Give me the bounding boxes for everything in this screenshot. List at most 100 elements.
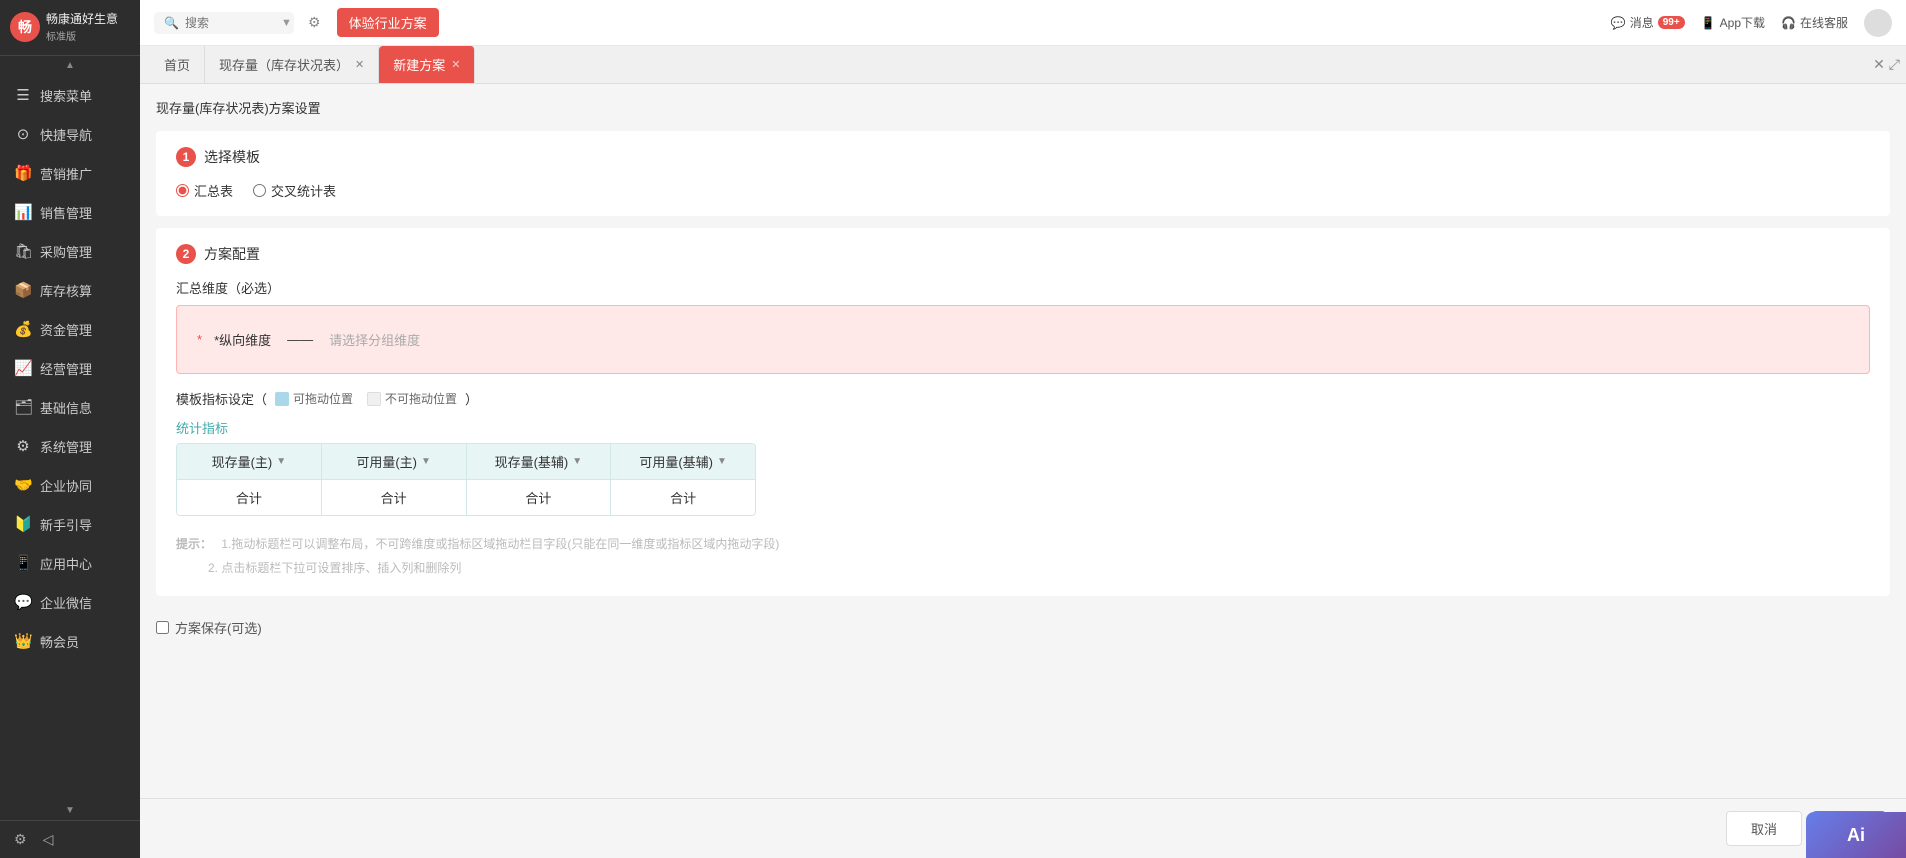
topbar-right: 💬 消息 99+ 📱 App下载 🎧 在线客服 bbox=[1611, 9, 1892, 37]
settings-icon[interactable]: ⚙ bbox=[14, 831, 27, 848]
logo-icon: 畅 bbox=[10, 12, 40, 42]
online-service-item[interactable]: 🎧 在线客服 bbox=[1781, 14, 1848, 31]
sidebar-item-app-center[interactable]: 📱 应用中心 bbox=[0, 544, 140, 583]
sidebar-item-marketing[interactable]: 🎁 营销推广 bbox=[0, 154, 140, 193]
app-download-item[interactable]: 📱 App下载 bbox=[1701, 14, 1765, 31]
topbar-settings-icon[interactable]: ⚙ bbox=[308, 14, 321, 31]
marketing-icon: 🎁 bbox=[14, 164, 32, 182]
sidebar-item-label: 畅会员 bbox=[40, 632, 79, 651]
radio-summary[interactable]: 汇总表 bbox=[176, 181, 233, 200]
sidebar-item-operations[interactable]: 📈 经营管理 bbox=[0, 349, 140, 388]
stats-col-4-header[interactable]: 可用量(基辅) ▼ bbox=[611, 444, 755, 479]
draggable-swatch bbox=[275, 392, 289, 406]
search-dropdown-icon[interactable]: ▼ bbox=[281, 17, 292, 29]
step1-card: 1 选择模板 汇总表 交叉统计表 bbox=[156, 131, 1890, 216]
col-4-dropdown-icon[interactable]: ▼ bbox=[717, 456, 727, 467]
ai-float-button[interactable]: Ai bbox=[1806, 812, 1906, 858]
new-plan-tab-label: 新建方案 bbox=[393, 55, 445, 74]
footer-bar: 取消 查询 bbox=[140, 798, 1906, 858]
step1-header: 1 选择模板 bbox=[176, 147, 1870, 167]
sidebar-scroll-up[interactable]: ▲ bbox=[0, 56, 140, 76]
radio-cross-input[interactable] bbox=[253, 184, 266, 197]
step2-card: 2 方案配置 汇总维度（必选） * *纵向维度 —— 请选择分组维度 模板指标设… bbox=[156, 228, 1890, 596]
message-label: 消息 bbox=[1630, 14, 1654, 31]
stats-section-title: 统计指标 bbox=[176, 418, 1870, 437]
sidebar-item-member[interactable]: 👑 畅会员 bbox=[0, 622, 140, 661]
sidebar-item-label: 基础信息 bbox=[40, 398, 92, 417]
sidebar-bottom: ⚙ ◁ bbox=[0, 820, 140, 858]
avatar[interactable] bbox=[1864, 9, 1892, 37]
stats-col-1-body: 合计 bbox=[177, 480, 322, 515]
nondraggable-swatch bbox=[367, 392, 381, 406]
online-service-label: 在线客服 bbox=[1800, 14, 1848, 31]
volume-icon[interactable]: ◁ bbox=[43, 831, 54, 848]
radio-cross[interactable]: 交叉统计表 bbox=[253, 181, 336, 200]
tab-close-icon[interactable]: ✕ bbox=[1873, 56, 1885, 73]
hints-section: 提示： 1.拖动标题栏可以调整布局，不可跨维度或指标区域拖动栏目字段(只能在同一… bbox=[176, 532, 1870, 580]
stats-col-3-header[interactable]: 现存量(基辅) ▼ bbox=[467, 444, 612, 479]
cancel-button[interactable]: 取消 bbox=[1726, 811, 1802, 846]
sidebar-item-label: 企业协同 bbox=[40, 476, 92, 495]
sidebar-item-label: 库存核算 bbox=[40, 281, 92, 300]
ai-label: Ai bbox=[1847, 825, 1865, 846]
indicator-legend: 可拖动位置 不可拖动位置 bbox=[275, 390, 457, 407]
search-input[interactable] bbox=[185, 16, 275, 30]
sidebar-item-label: 经营管理 bbox=[40, 359, 92, 378]
save-section: 方案保存(可选) bbox=[156, 608, 1890, 643]
quick-nav-icon: ⊙ bbox=[14, 125, 32, 143]
inventory-icon: 📦 bbox=[14, 281, 32, 299]
sidebar-item-label: 营销推广 bbox=[40, 164, 92, 183]
dimension-box[interactable]: * *纵向维度 —— 请选择分组维度 bbox=[176, 305, 1870, 374]
stats-col-2-label: 可用量(主) bbox=[356, 452, 417, 471]
inventory-tab-label: 现存量（库存状况表） bbox=[219, 55, 349, 74]
sidebar-item-cooperation[interactable]: 🤝 企业协同 bbox=[0, 466, 140, 505]
save-checkbox[interactable] bbox=[156, 621, 169, 634]
purchase-icon: 🛍 bbox=[14, 242, 32, 260]
step1-title: 选择模板 bbox=[204, 147, 260, 167]
dimension-dash: —— bbox=[287, 332, 313, 347]
trial-button[interactable]: 体验行业方案 bbox=[337, 8, 439, 37]
dimension-title: 汇总维度（必选） bbox=[176, 278, 1870, 297]
tab-close-new-plan[interactable]: ✕ bbox=[451, 58, 460, 71]
sidebar-item-finance[interactable]: 💰 资金管理 bbox=[0, 310, 140, 349]
hint-1: 1.拖动标题栏可以调整布局，不可跨维度或指标区域拖动栏目字段(只能在同一维度或指… bbox=[221, 537, 779, 551]
radio-cross-label: 交叉统计表 bbox=[271, 181, 336, 200]
sidebar-item-inventory[interactable]: 📦 库存核算 bbox=[0, 271, 140, 310]
stats-body-row: 合计 合计 合计 合计 bbox=[177, 479, 755, 515]
sidebar-item-quick-nav[interactable]: ⊙ 快捷导航 bbox=[0, 115, 140, 154]
sidebar-item-sales[interactable]: 📊 销售管理 bbox=[0, 193, 140, 232]
sales-icon: 📊 bbox=[14, 203, 32, 221]
sidebar-item-basic-info[interactable]: 🗂 基础信息 bbox=[0, 388, 140, 427]
topbar-search[interactable]: 🔍 ▼ bbox=[154, 12, 294, 34]
col-2-dropdown-icon[interactable]: ▼ bbox=[421, 456, 431, 467]
radio-summary-input[interactable] bbox=[176, 184, 189, 197]
sidebar-item-purchase[interactable]: 🛍 采购管理 bbox=[0, 232, 140, 271]
col-1-dropdown-icon[interactable]: ▼ bbox=[276, 456, 286, 467]
col-3-dropdown-icon[interactable]: ▼ bbox=[572, 456, 582, 467]
hint-2: 2. 点击标题栏下拉可设置排序、插入列和删除列 bbox=[208, 561, 461, 575]
tab-new-plan[interactable]: 新建方案 ✕ bbox=[379, 46, 475, 83]
sidebar-item-guide[interactable]: 🔰 新手引导 bbox=[0, 505, 140, 544]
tab-inventory-status[interactable]: 现存量（库存状况表） ✕ bbox=[205, 46, 379, 83]
tab-close-inventory[interactable]: ✕ bbox=[355, 58, 364, 71]
stats-col-4-label: 可用量(基辅) bbox=[639, 452, 713, 471]
sidebar-item-label: 搜索菜单 bbox=[40, 86, 92, 105]
sidebar-logo: 畅 畅康通好生意 标准版 bbox=[0, 0, 140, 56]
sidebar-item-wechat[interactable]: 💬 企业微信 bbox=[0, 583, 140, 622]
sidebar-item-search-menu[interactable]: ☰ 搜索菜单 bbox=[0, 76, 140, 115]
stats-col-2-header[interactable]: 可用量(主) ▼ bbox=[322, 444, 467, 479]
sidebar-scroll-down[interactable]: ▼ bbox=[0, 800, 140, 820]
stats-col-1-header[interactable]: 现存量(主) ▼ bbox=[177, 444, 322, 479]
step2-badge: 2 bbox=[176, 244, 196, 264]
wechat-icon: 💬 bbox=[14, 593, 32, 611]
home-tab-label: 首页 bbox=[164, 55, 190, 74]
message-item[interactable]: 💬 消息 99+ bbox=[1611, 14, 1685, 31]
indicator-config-row: 模板指标设定（ 可拖动位置 不可拖动位置 ） bbox=[176, 389, 1870, 408]
tab-home[interactable]: 首页 bbox=[150, 46, 205, 83]
stats-table: 现存量(主) ▼ 可用量(主) ▼ 现存量(基辅) ▼ 可用量(基辅) ▼ bbox=[176, 443, 756, 516]
sidebar-item-label: 资金管理 bbox=[40, 320, 92, 339]
guide-icon: 🔰 bbox=[14, 515, 32, 533]
hints-title: 提示： bbox=[176, 537, 212, 551]
sidebar-item-system[interactable]: ⚙ 系统管理 bbox=[0, 427, 140, 466]
tab-expand-icon[interactable]: ⤢ bbox=[1889, 56, 1900, 73]
